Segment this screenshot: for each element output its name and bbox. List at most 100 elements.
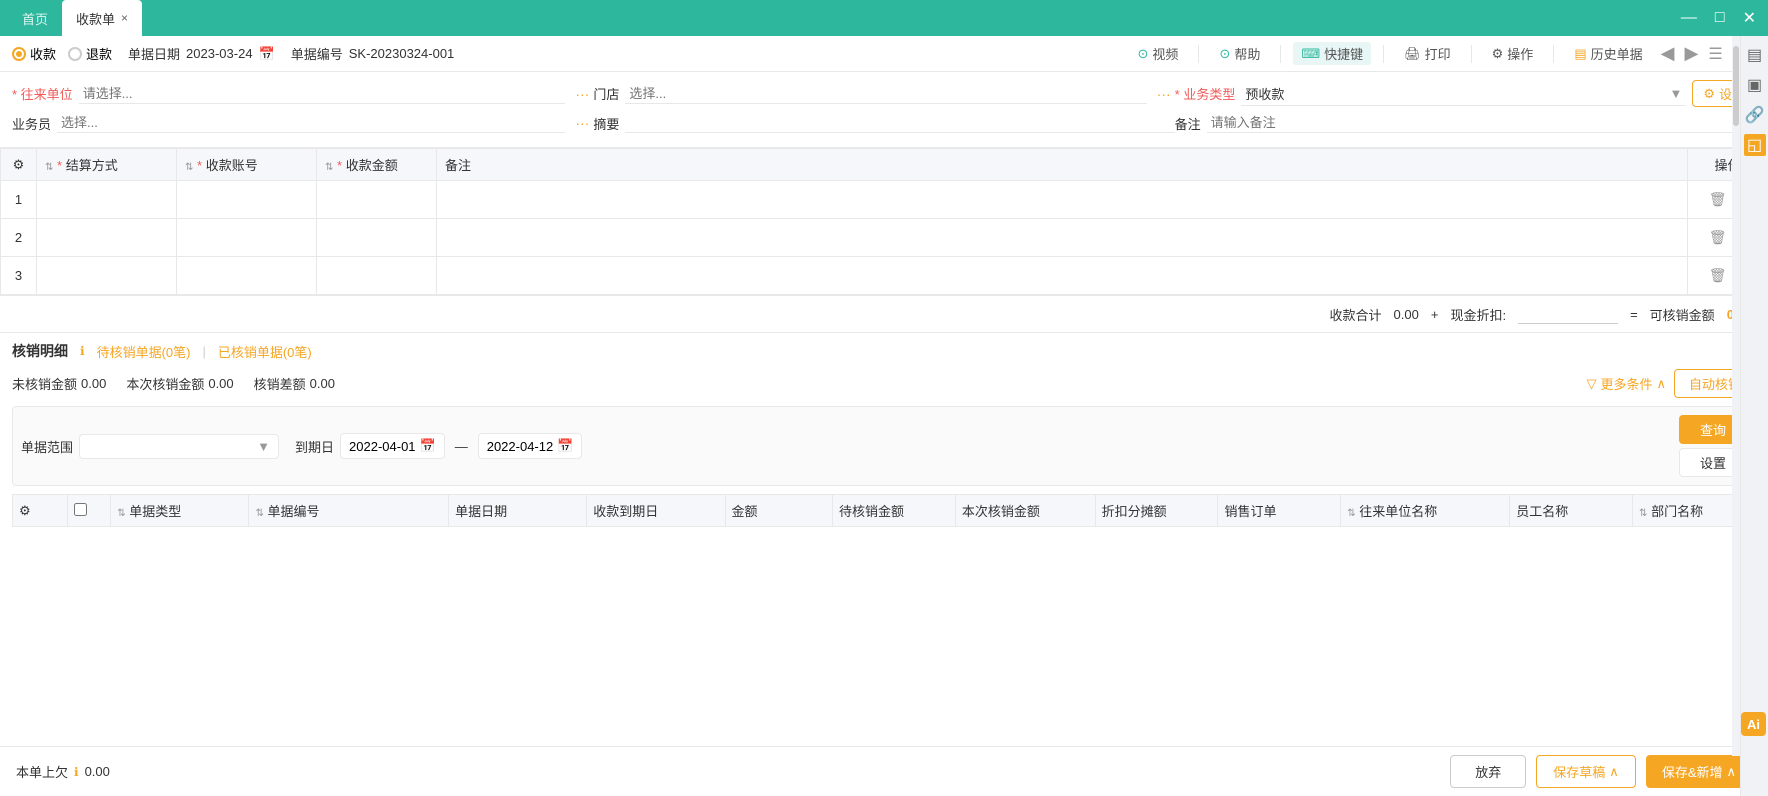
settle-method-1[interactable]: [37, 181, 177, 219]
staff-input[interactable]: [57, 113, 565, 133]
delete-row-2-icon[interactable]: 🗑: [1709, 229, 1727, 246]
section-header: 核销明细 ℹ 待核销单据(0笔) | 已核销单据(0笔): [12, 341, 1756, 361]
due-date-label: 到期日: [295, 437, 334, 456]
remark-3[interactable]: [437, 257, 1688, 295]
divider4: [1471, 45, 1472, 63]
remark-field: 备注: [1175, 113, 1756, 133]
minimize-btn[interactable]: —: [1677, 9, 1701, 27]
biz-type-field: * 业务类型 预收款 ▼ ⚙ 设置: [1175, 80, 1756, 107]
diff-stat: 核销差额 0.00: [254, 374, 335, 393]
partner-more-icon[interactable]: ···: [571, 86, 593, 102]
due-date-end[interactable]: 2022-04-12 📅: [478, 433, 583, 459]
bottom-info-icon[interactable]: ℹ: [74, 765, 79, 779]
uncancelled-stat: 未核销金额 0.00: [12, 374, 106, 393]
nav-left-icon[interactable]: ◀: [1661, 43, 1675, 64]
shortcut-btn[interactable]: ⌨ 快捷键: [1293, 42, 1371, 65]
bt-select-all[interactable]: [74, 503, 87, 516]
form-area: * 往来单位 ··· 门店 ··· * 业务类型 预收款 ▼ ⚙: [0, 72, 1768, 148]
search-row: 单据范围 ▼ 到期日 2022-04-01 📅 — 2022-04-12: [12, 406, 1756, 486]
sidebar-icon-3[interactable]: 🔗: [1744, 104, 1766, 126]
staff-more-icon[interactable]: ···: [571, 115, 593, 131]
filter-area: ▽ 更多条件 ∧ 自动核销: [1586, 369, 1756, 398]
sidebar-icon-4[interactable]: ◱: [1744, 134, 1766, 156]
row-num-1: 1: [1, 181, 37, 219]
radio-group: 收款 退款: [12, 44, 112, 63]
delete-row-3-icon[interactable]: 🗑: [1709, 267, 1727, 284]
tab-divider: |: [202, 344, 205, 359]
store-more-icon[interactable]: ···: [1153, 86, 1175, 102]
operate-btn[interactable]: ⚙ 操作: [1484, 42, 1542, 65]
bottom-amount: 0.00: [85, 764, 110, 779]
pending-tab[interactable]: 待核销单据(0笔): [97, 342, 191, 361]
print-btn[interactable]: 🖨 打印: [1396, 42, 1459, 65]
sidebar-icon-2[interactable]: ▣: [1744, 74, 1766, 96]
divider5: [1553, 45, 1554, 63]
account-1[interactable]: [177, 181, 317, 219]
table-row: 2 🗑 ⊞: [1, 219, 1768, 257]
scrollbar[interactable]: [1732, 36, 1740, 756]
range-select[interactable]: ▼: [79, 434, 279, 459]
remark-1[interactable]: [437, 181, 1688, 219]
close-btn[interactable]: ✕: [1739, 8, 1760, 28]
verification-section: 核销明细 ℹ 待核销单据(0笔) | 已核销单据(0笔) 未核销金额 0.00 …: [0, 333, 1768, 796]
sidebar-icon-1[interactable]: ▤: [1744, 44, 1766, 66]
section-info-icon[interactable]: ℹ: [80, 344, 85, 358]
tab-receipt[interactable]: 收款单 ×: [62, 0, 142, 36]
radio-refund[interactable]: 退款: [68, 44, 112, 63]
scrollbar-thumb[interactable]: [1733, 46, 1739, 126]
amount-3[interactable]: [317, 257, 437, 295]
nav-right-icon[interactable]: ▶: [1684, 43, 1698, 64]
doc-hint: 本单上欠: [16, 762, 68, 781]
col-gear-header[interactable]: ⚙: [1, 149, 37, 181]
help-btn[interactable]: ⊙ 帮助: [1211, 42, 1268, 65]
biz-type-select[interactable]: 预收款 ▼: [1241, 82, 1686, 106]
partner-input[interactable]: [79, 84, 566, 104]
bt-gear-header[interactable]: ⚙: [13, 495, 68, 527]
delete-row-1-icon[interactable]: 🗑: [1709, 191, 1727, 208]
ai-button[interactable]: Ai: [1741, 712, 1766, 736]
table-row: 3 🗑 ⊞: [1, 257, 1768, 295]
partner-field: * 往来单位 ···: [12, 84, 593, 104]
maximize-btn[interactable]: □: [1711, 9, 1729, 27]
bt-amount-header: 金额: [725, 495, 832, 527]
store-field: 门店 ···: [593, 84, 1174, 104]
amount-2[interactable]: [317, 219, 437, 257]
history-btn[interactable]: ▤ 历史单据: [1566, 42, 1650, 65]
abandon-btn[interactable]: 放弃: [1450, 755, 1526, 788]
range-field: 单据范围 ▼: [21, 434, 279, 459]
biz-type-label: * 业务类型: [1175, 84, 1236, 103]
amount-1[interactable]: [317, 181, 437, 219]
settle-method-2[interactable]: [37, 219, 177, 257]
bt-duedate-header: 收款到期日: [587, 495, 725, 527]
store-input[interactable]: [625, 84, 1146, 104]
remark-input[interactable]: [1207, 113, 1756, 133]
radio-receipt[interactable]: 收款: [12, 44, 56, 63]
save-draft-btn[interactable]: 保存草稿 ∧: [1536, 755, 1636, 788]
range-chevron-icon: ▼: [257, 439, 270, 454]
col-remark-header: 备注: [437, 149, 1688, 181]
calendar-icon[interactable]: 📅: [259, 46, 275, 62]
layout-list-icon[interactable]: ☰: [1708, 44, 1722, 64]
bottom-info: 本单上欠 ℹ 0.00: [16, 762, 110, 781]
bt-checkbox-header: [68, 495, 111, 527]
tab-bar: 首页 收款单 × — □ ✕: [0, 0, 1768, 36]
account-2[interactable]: [177, 219, 317, 257]
account-3[interactable]: [177, 257, 317, 295]
done-tab[interactable]: 已核销单据(0笔): [218, 342, 312, 361]
summary-input[interactable]: [625, 113, 1174, 133]
discount-input[interactable]: [1518, 304, 1618, 324]
more-conditions-btn[interactable]: ▽ 更多条件 ∧: [1586, 374, 1666, 393]
save-draft-chevron-icon: ∧: [1609, 764, 1619, 780]
doc-date-value: 2023-03-24: [186, 46, 253, 61]
due-date-start[interactable]: 2022-04-01 📅: [340, 433, 445, 459]
bt-pending-header: 待核销金额: [832, 495, 955, 527]
settle-method-3[interactable]: [37, 257, 177, 295]
remark-2[interactable]: [437, 219, 1688, 257]
video-btn[interactable]: ⊙ 视频: [1129, 42, 1186, 65]
row-num-3: 3: [1, 257, 37, 295]
tab-home[interactable]: 首页: [8, 0, 62, 36]
tab-close-icon[interactable]: ×: [121, 11, 128, 25]
save-new-btn[interactable]: 保存&新增 ∧: [1646, 755, 1752, 788]
store-label: 门店: [593, 84, 619, 103]
discount-label: 现金折扣:: [1450, 305, 1506, 324]
